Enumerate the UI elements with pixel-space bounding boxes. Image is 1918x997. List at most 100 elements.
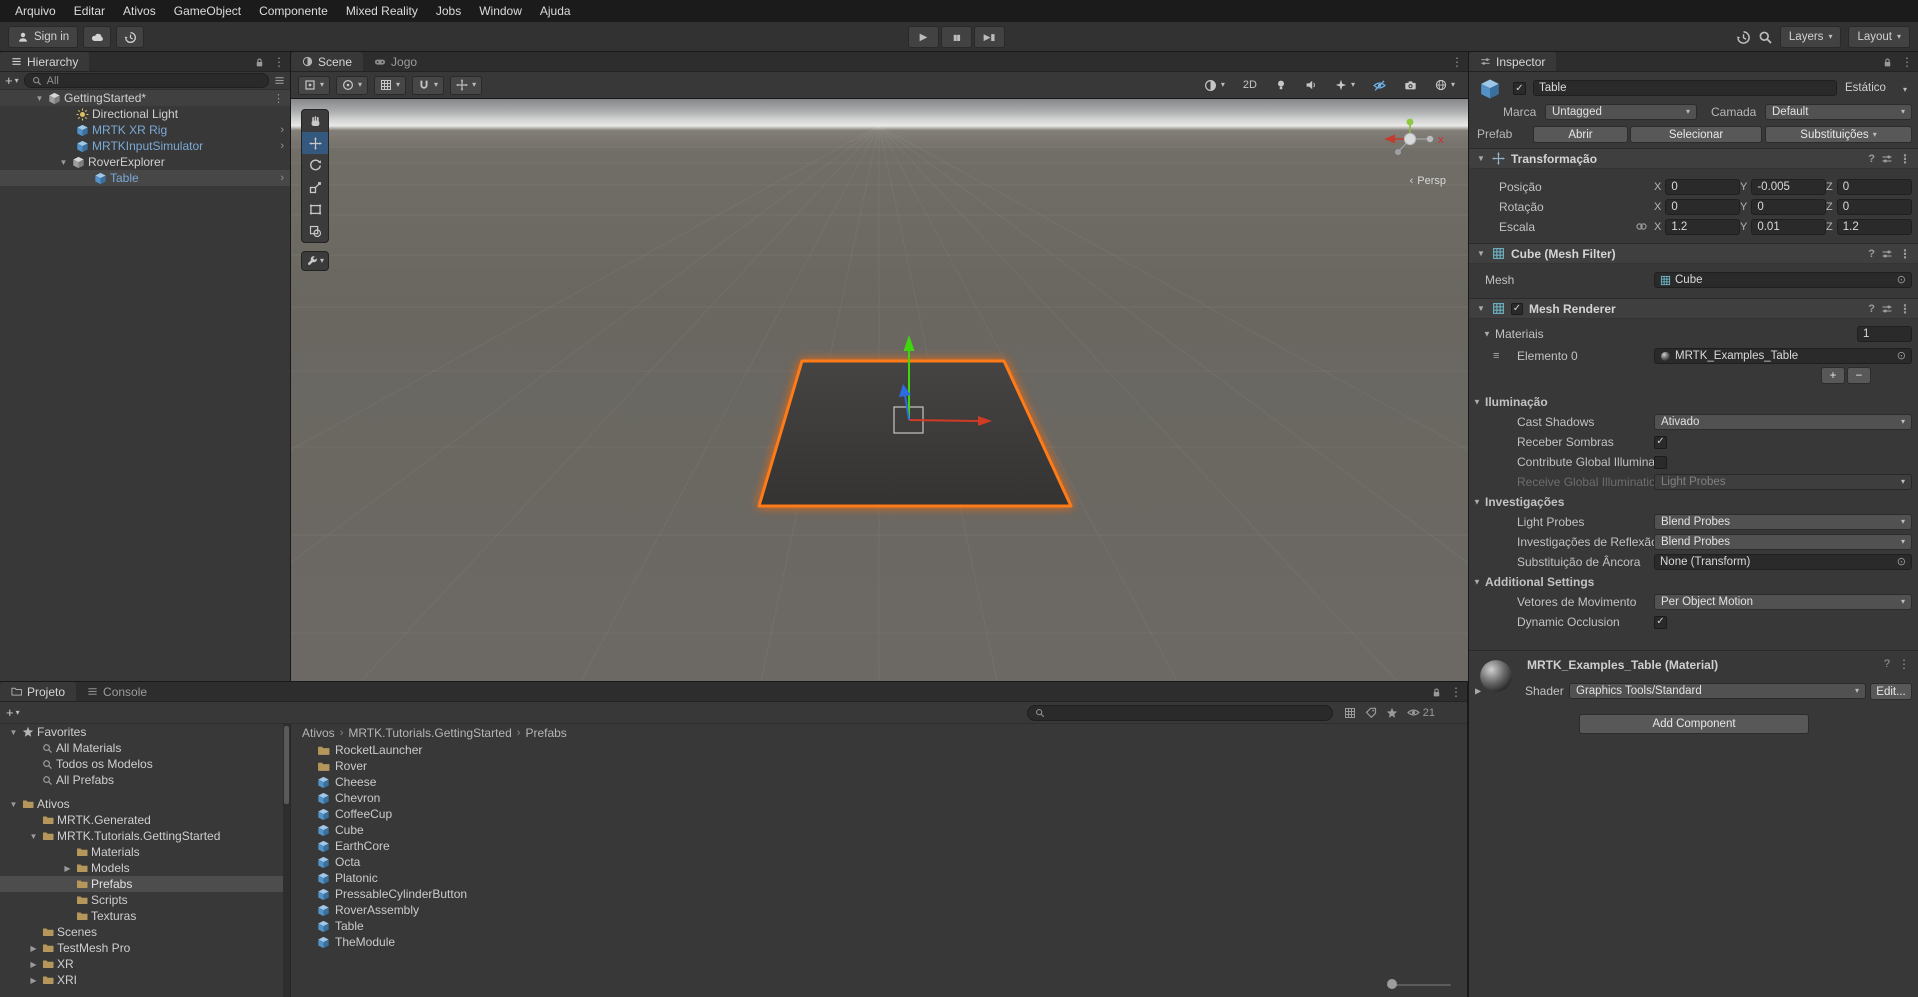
move-snap-button[interactable]: ▾ xyxy=(450,76,482,95)
kebab-icon[interactable]: ⋮ xyxy=(273,92,284,105)
menu-ajuda[interactable]: Ajuda xyxy=(531,0,580,22)
cast-shadows-dropdown[interactable]: Ativado ▾ xyxy=(1654,414,1912,430)
prefab-open-button[interactable]: Abrir xyxy=(1533,126,1628,143)
foldout-open-icon[interactable]: ▼ xyxy=(28,832,39,841)
transform-tool-button[interactable] xyxy=(302,220,328,242)
contribute-gi-checkbox[interactable] xyxy=(1654,456,1667,469)
tag-dropdown[interactable]: Untagged ▾ xyxy=(1545,104,1697,120)
shading-mode-button[interactable]: ▾ xyxy=(1198,76,1231,95)
foldout-closed-icon[interactable]: ▶ xyxy=(28,976,39,985)
tab-scene[interactable]: Scene xyxy=(291,52,363,71)
lock-icon[interactable] xyxy=(254,57,265,68)
material-object-field[interactable]: MRTK_Examples_Table ⊙ xyxy=(1654,348,1912,364)
step-button[interactable]: ▶▮ xyxy=(974,26,1005,48)
orientation-gizmo[interactable]: x xyxy=(1370,115,1454,171)
tree-row-scenes[interactable]: Scenes xyxy=(0,924,290,940)
probes-foldout-row[interactable]: ▼ Investigações xyxy=(1469,492,1918,512)
tab-hierarchy[interactable]: Hierarchy xyxy=(0,52,89,71)
kebab-icon[interactable]: ⋮ xyxy=(1898,658,1910,670)
prefab-select-button[interactable]: Selecionar xyxy=(1630,126,1762,143)
breadcrumb-leaf[interactable]: Prefabs xyxy=(525,726,566,740)
tree-row-scripts[interactable]: Scripts xyxy=(0,892,290,908)
lock-icon[interactable] xyxy=(1882,57,1893,68)
mesh-filter-component-header[interactable]: ▼ Cube (Mesh Filter) ? ⋮ xyxy=(1469,243,1918,264)
asset-row-rover[interactable]: Rover xyxy=(291,758,1467,774)
foldout-open-icon[interactable]: ▼ xyxy=(58,158,69,167)
add-component-button[interactable]: Add Component xyxy=(1579,714,1809,734)
tree-row-assets[interactable]: ▼ Ativos xyxy=(0,796,290,812)
asset-row-roverassembly[interactable]: RoverAssembly xyxy=(291,902,1467,918)
perspective-label[interactable]: ‹ Persp xyxy=(1410,175,1446,187)
tree-row-all-prefabs[interactable]: All Prefabs xyxy=(0,772,290,788)
foldout-open-icon[interactable]: ▼ xyxy=(1476,154,1486,163)
rotate-tool-button[interactable] xyxy=(302,154,328,176)
audio-toggle-button[interactable] xyxy=(1299,76,1323,95)
help-icon[interactable]: ? xyxy=(1868,303,1875,315)
object-picker-icon[interactable]: ⊙ xyxy=(1897,275,1906,286)
lighting-toggle-button[interactable] xyxy=(1269,76,1293,95)
layer-dropdown[interactable]: Default ▾ xyxy=(1765,104,1912,120)
motion-vectors-dropdown[interactable]: Per Object Motion ▾ xyxy=(1654,594,1912,610)
remove-material-button[interactable]: − xyxy=(1847,367,1871,384)
presets-icon[interactable] xyxy=(1881,303,1893,315)
rotation-z-field[interactable]: 0 xyxy=(1837,199,1912,215)
tab-game[interactable]: Jogo xyxy=(363,52,428,71)
rect-tool-button[interactable] xyxy=(302,198,328,220)
tab-inspector[interactable]: Inspector xyxy=(1469,52,1556,71)
hierarchy-row-table[interactable]: Table › xyxy=(0,170,290,186)
foldout-open-icon[interactable]: ▼ xyxy=(1476,304,1486,313)
hierarchy-search-input[interactable]: All xyxy=(24,73,269,88)
search-by-type-icon[interactable] xyxy=(1344,707,1356,719)
asset-row-cube[interactable]: Cube xyxy=(291,822,1467,838)
light-probes-dropdown[interactable]: Blend Probes ▾ xyxy=(1654,514,1912,530)
position-x-field[interactable]: 0 xyxy=(1665,179,1740,195)
project-search-input[interactable] xyxy=(1027,705,1333,721)
tree-row-mrtk-tutorials[interactable]: ▼ MRTK.Tutorials.GettingStarted xyxy=(0,828,290,844)
anchor-object-field[interactable]: None (Transform) ⊙ xyxy=(1654,554,1912,570)
hierarchy-row-mrtk-input-simulator[interactable]: MRTKInputSimulator › xyxy=(0,138,290,154)
menu-gameobject[interactable]: GameObject xyxy=(165,0,250,22)
layers-dropdown[interactable]: Layers ▾ xyxy=(1780,26,1842,48)
menu-mixed-reality[interactable]: Mixed Reality xyxy=(337,0,427,22)
rotation-y-field[interactable]: 0 xyxy=(1751,199,1826,215)
scale-z-field[interactable]: 1.2 xyxy=(1837,219,1912,235)
asset-row-cheese[interactable]: Cheese xyxy=(291,774,1467,790)
active-checkbox[interactable]: ✓ xyxy=(1513,82,1526,95)
custom-tools-button[interactable]: ▾ xyxy=(301,251,329,271)
dynamic-occlusion-checkbox[interactable]: ✓ xyxy=(1654,616,1667,629)
asset-row-chevron[interactable]: Chevron xyxy=(291,790,1467,806)
layout-dropdown[interactable]: Layout ▾ xyxy=(1848,26,1910,48)
position-z-field[interactable]: 0 xyxy=(1837,179,1912,195)
thumbnail-size-slider[interactable] xyxy=(1387,979,1451,989)
scale-y-field[interactable]: 0.01 xyxy=(1751,219,1826,235)
tree-row-mrtk-generated[interactable]: MRTK.Generated xyxy=(0,812,290,828)
tab-console[interactable]: Console xyxy=(76,682,158,701)
gizmos-button[interactable]: ▾ xyxy=(1429,76,1461,95)
effects-toggle-button[interactable]: ▾ xyxy=(1329,76,1361,95)
undo-history-icon[interactable] xyxy=(1736,30,1751,45)
presets-icon[interactable] xyxy=(1881,153,1893,165)
kebab-icon[interactable]: ⋮ xyxy=(1901,56,1913,68)
2d-toggle-button[interactable]: 2D xyxy=(1237,76,1263,95)
play-button[interactable]: ▶ xyxy=(908,26,939,48)
kebab-icon[interactable]: ⋮ xyxy=(1899,303,1911,315)
add-material-button[interactable]: + xyxy=(1821,367,1845,384)
tool-handle-position-button[interactable]: ▾ xyxy=(298,76,330,95)
project-add-button[interactable]: + ▾ xyxy=(6,705,20,720)
lock-icon[interactable] xyxy=(1431,687,1442,698)
foldout-closed-icon[interactable]: ▶ xyxy=(28,960,39,969)
scale-x-field[interactable]: 1.2 xyxy=(1665,219,1740,235)
foldout-open-icon[interactable]: ▼ xyxy=(8,728,19,737)
component-enabled-checkbox[interactable]: ✓ xyxy=(1511,303,1523,315)
tree-row-materials[interactable]: Materials xyxy=(0,844,290,860)
drag-handle-icon[interactable]: ≡ xyxy=(1493,350,1499,362)
foldout-closed-icon[interactable]: ▶ xyxy=(1475,687,1481,696)
tree-row-all-models[interactable]: Todos os Modelos xyxy=(0,756,290,772)
scene-visibility-button[interactable] xyxy=(1367,76,1392,95)
slider-thumb[interactable] xyxy=(1387,979,1397,989)
help-icon[interactable]: ? xyxy=(1868,248,1875,260)
menu-ativos[interactable]: Ativos xyxy=(114,0,165,22)
chevron-down-icon[interactable]: ▾ xyxy=(1903,86,1907,94)
sign-in-button[interactable]: Sign in xyxy=(8,26,78,48)
menu-jobs[interactable]: Jobs xyxy=(427,0,470,22)
